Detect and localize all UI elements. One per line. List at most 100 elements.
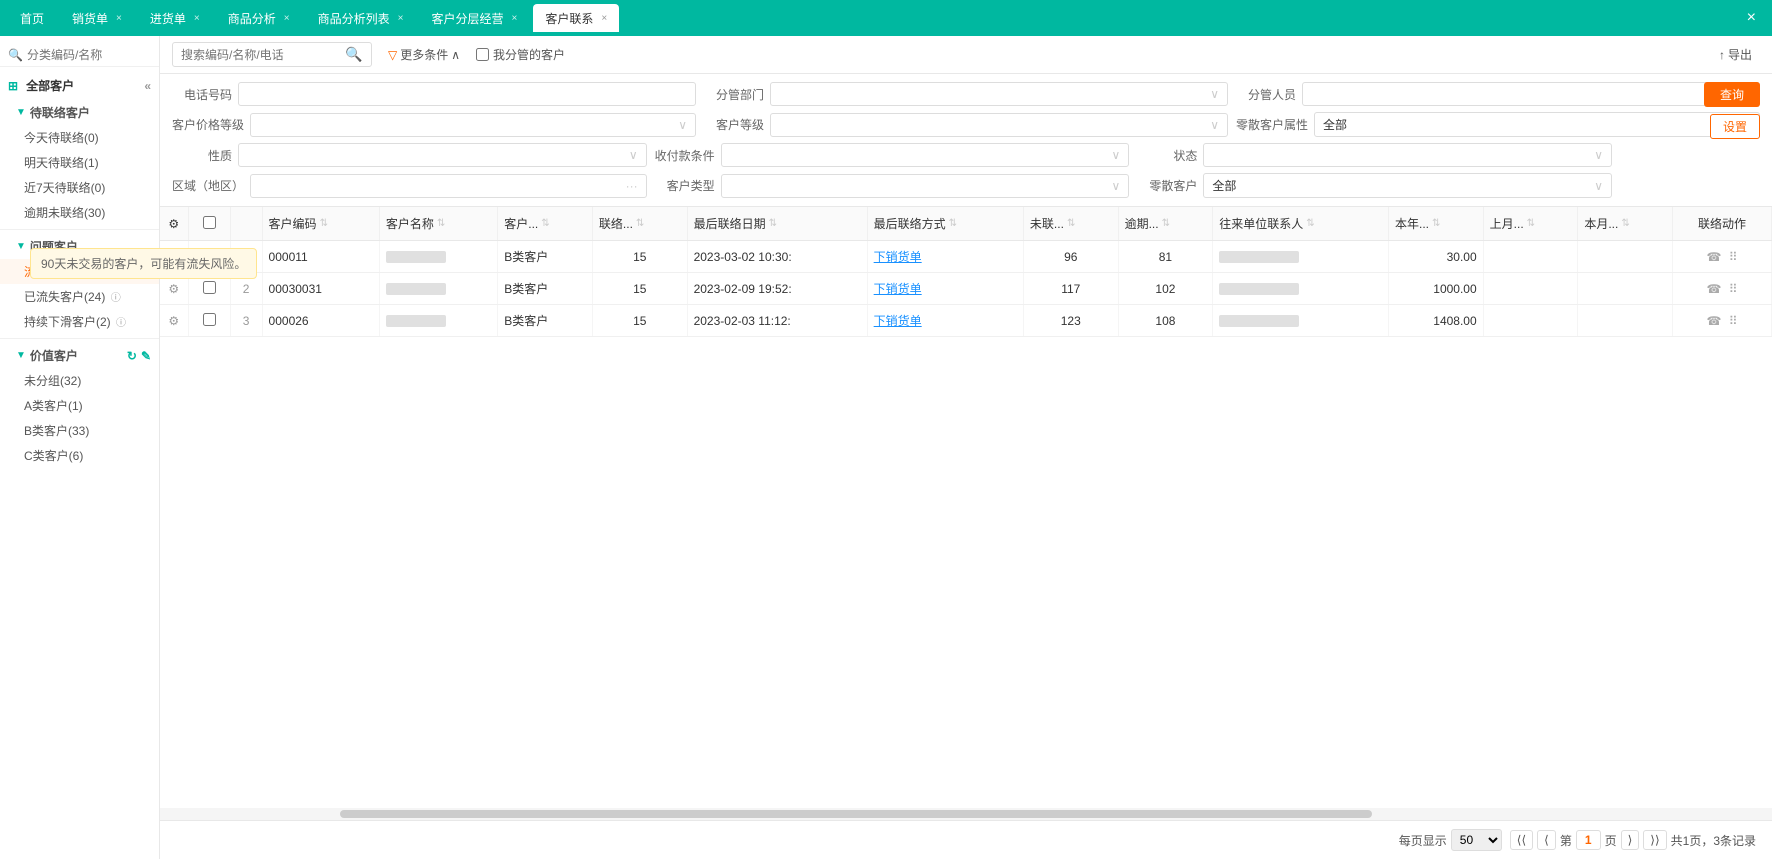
table-wrapper[interactable]: ⚙ 客户编码 ⇅ 客户名称 ⇅ bbox=[160, 207, 1772, 808]
last-page-button[interactable]: ⟩⟩ bbox=[1643, 830, 1666, 850]
row-checkbox[interactable] bbox=[203, 281, 216, 294]
action-contact-icon[interactable]: ☎ bbox=[1706, 314, 1721, 328]
action-more-icon[interactable]: ⠿ bbox=[1729, 250, 1738, 264]
setting-button[interactable]: 设置 bbox=[1710, 114, 1760, 139]
row-checkbox[interactable] bbox=[203, 313, 216, 326]
pay-terms-input[interactable]: ∨ bbox=[721, 143, 1130, 167]
search-input[interactable] bbox=[181, 48, 341, 62]
prev-page-button[interactable]: ⟨ bbox=[1537, 830, 1556, 850]
th-this-month[interactable]: 本月... ⇅ bbox=[1578, 207, 1673, 241]
cell-type[interactable]: 下销货单 bbox=[867, 305, 1023, 337]
more-conditions-button[interactable]: ▽ 更多条件 ∧ bbox=[380, 43, 468, 66]
sidebar-item-overdue[interactable]: 逾期未联络(30) bbox=[0, 200, 159, 225]
cell-checkbox[interactable] bbox=[188, 305, 230, 337]
cell-type[interactable]: 下销货单 bbox=[867, 241, 1023, 273]
sidebar-item-class-c[interactable]: C类客户(6) bbox=[0, 443, 159, 468]
export-button[interactable]: ↑ 导出 bbox=[1711, 43, 1760, 66]
nav-sales[interactable]: 销货单 × bbox=[60, 4, 134, 32]
th-code[interactable]: 客户编码 ⇅ bbox=[262, 207, 379, 241]
th-overdue[interactable]: 逾期... ⇅ bbox=[1118, 207, 1213, 241]
nav-goods-analysis[interactable]: 商品分析 × bbox=[216, 4, 302, 32]
horizontal-scrollbar[interactable] bbox=[160, 808, 1772, 820]
nav-goods-list[interactable]: 商品分析列表 × bbox=[306, 4, 416, 32]
th-not-contacted[interactable]: 未联... ⇅ bbox=[1023, 207, 1118, 241]
th-last-month[interactable]: 上月... ⇅ bbox=[1483, 207, 1578, 241]
cell-unit-contact bbox=[1213, 273, 1389, 305]
th-this-year[interactable]: 本年... ⇅ bbox=[1388, 207, 1483, 241]
nav-goods-list-close[interactable]: × bbox=[398, 13, 404, 24]
last-contact-type-link[interactable]: 下销货单 bbox=[874, 282, 922, 296]
nav-goods-analysis-close[interactable]: × bbox=[284, 13, 290, 24]
sidebar-item-churned[interactable]: 已流失客户(24) ⓘ bbox=[0, 284, 159, 309]
cell-action[interactable]: ☎ ⠿ bbox=[1673, 273, 1772, 305]
level-input[interactable]: ∨ bbox=[770, 113, 1228, 137]
th-checkbox[interactable] bbox=[188, 207, 230, 241]
query-button[interactable]: 查询 bbox=[1704, 82, 1760, 107]
my-customers-checkbox-wrap[interactable]: 我分管的客户 bbox=[476, 46, 565, 63]
area-input[interactable]: ··· bbox=[250, 174, 647, 198]
price-tier-input[interactable]: ∨ bbox=[250, 113, 696, 137]
collapse-icon[interactable]: « bbox=[144, 79, 151, 93]
th-unit-contact[interactable]: 往来单位联系人 ⇅ bbox=[1213, 207, 1389, 241]
sidebar-section-value[interactable]: ▼ 价值客户 ↻ ✎ bbox=[0, 343, 159, 368]
zero-order-attr-input[interactable]: 全部 ∨ bbox=[1314, 112, 1760, 137]
sidebar-search-input[interactable] bbox=[27, 48, 160, 62]
my-customers-checkbox[interactable] bbox=[476, 48, 489, 61]
th-name[interactable]: 客户名称 ⇅ bbox=[379, 207, 497, 241]
action-contact-icon[interactable]: ☎ bbox=[1706, 282, 1721, 296]
cell-setting[interactable]: ⚙ bbox=[160, 305, 188, 337]
pagination-bar: 每页显示 50 20 100 ⟨⟨ ⟨ 第 1 页 ⟩ ⟩⟩ 共1页，3条记录 bbox=[160, 820, 1772, 859]
nav-sales-close[interactable]: × bbox=[116, 13, 122, 24]
action-more-icon[interactable]: ⠿ bbox=[1729, 282, 1738, 296]
total-label: 共1页，3条记录 bbox=[1671, 832, 1756, 849]
th-contact-count[interactable]: 联络... ⇅ bbox=[592, 207, 687, 241]
action-contact-icon[interactable]: ☎ bbox=[1706, 250, 1721, 264]
th-setting[interactable]: ⚙ bbox=[160, 207, 188, 241]
dept-input[interactable]: ∨ bbox=[770, 82, 1228, 106]
value-edit-icon[interactable]: ✎ bbox=[141, 349, 151, 363]
nature-input[interactable]: ∨ bbox=[238, 143, 647, 167]
select-all-checkbox[interactable] bbox=[203, 216, 216, 229]
manager-input[interactable]: ··· bbox=[1302, 82, 1760, 106]
phone-input[interactable] bbox=[238, 82, 696, 106]
next-page-button[interactable]: ⟩ bbox=[1621, 830, 1640, 850]
sidebar-item-today[interactable]: 今天待联络(0) bbox=[0, 125, 159, 150]
cell-action[interactable]: ☎ ⠿ bbox=[1673, 305, 1772, 337]
sidebar-item-class-b[interactable]: B类客户(33) bbox=[0, 418, 159, 443]
th-last-contact-date[interactable]: 最后联络日期 ⇅ bbox=[687, 207, 867, 241]
sidebar-item-declining[interactable]: 持续下滑客户(2) ⓘ bbox=[0, 309, 159, 334]
nav-purchase[interactable]: 进货单 × bbox=[138, 4, 212, 32]
search-button[interactable]: 🔍 bbox=[345, 46, 362, 63]
nav-customer-tier-close[interactable]: × bbox=[511, 13, 517, 24]
value-refresh-icon[interactable]: ↻ bbox=[127, 349, 137, 363]
cell-action[interactable]: ☎ ⠿ bbox=[1673, 241, 1772, 273]
cell-type[interactable]: 下销货单 bbox=[867, 273, 1023, 305]
customer-type-input[interactable]: ∨ bbox=[721, 174, 1130, 198]
th-last-contact-type[interactable]: 最后联络方式 ⇅ bbox=[867, 207, 1023, 241]
sidebar-item-ungrouped[interactable]: 未分组(32) bbox=[0, 368, 159, 393]
th-this-month-label: 本月... bbox=[1584, 215, 1618, 232]
scrollbar-thumb[interactable] bbox=[340, 810, 1372, 818]
zero-order-input[interactable]: 全部 ∨ bbox=[1203, 173, 1612, 198]
sidebar-section-pending[interactable]: ▼ 待联络客户 bbox=[0, 100, 159, 125]
nav-customer-tier[interactable]: 客户分层经营 × bbox=[419, 4, 529, 32]
th-customer-level[interactable]: 客户... ⇅ bbox=[498, 207, 593, 241]
window-close-button[interactable]: × bbox=[1747, 9, 1756, 27]
last-contact-type-link[interactable]: 下销货单 bbox=[874, 250, 922, 264]
first-page-button[interactable]: ⟨⟨ bbox=[1510, 830, 1533, 850]
cell-name bbox=[379, 241, 497, 273]
nav-purchase-close[interactable]: × bbox=[194, 13, 200, 24]
sidebar-item-class-a[interactable]: A类客户(1) bbox=[0, 393, 159, 418]
per-page-select[interactable]: 50 20 100 bbox=[1451, 829, 1502, 851]
nav-home[interactable]: 首页 bbox=[8, 4, 56, 32]
filter-manager: 分管人员 ··· bbox=[1236, 82, 1760, 106]
sidebar-item-tomorrow[interactable]: 明天待联络(1) bbox=[0, 150, 159, 175]
action-more-icon[interactable]: ⠿ bbox=[1729, 314, 1738, 328]
last-contact-type-link[interactable]: 下销货单 bbox=[874, 314, 922, 328]
sidebar-item-week[interactable]: 近7天待联络(0) bbox=[0, 175, 159, 200]
nav-customer-contact[interactable]: 客户联系 × bbox=[533, 4, 619, 32]
all-customers-label: 全部客户 bbox=[26, 77, 74, 94]
status-input[interactable]: ∨ bbox=[1203, 143, 1612, 167]
sidebar-all-customers[interactable]: ⊞ 全部客户 « bbox=[0, 71, 159, 100]
nav-customer-contact-close[interactable]: × bbox=[601, 13, 607, 24]
